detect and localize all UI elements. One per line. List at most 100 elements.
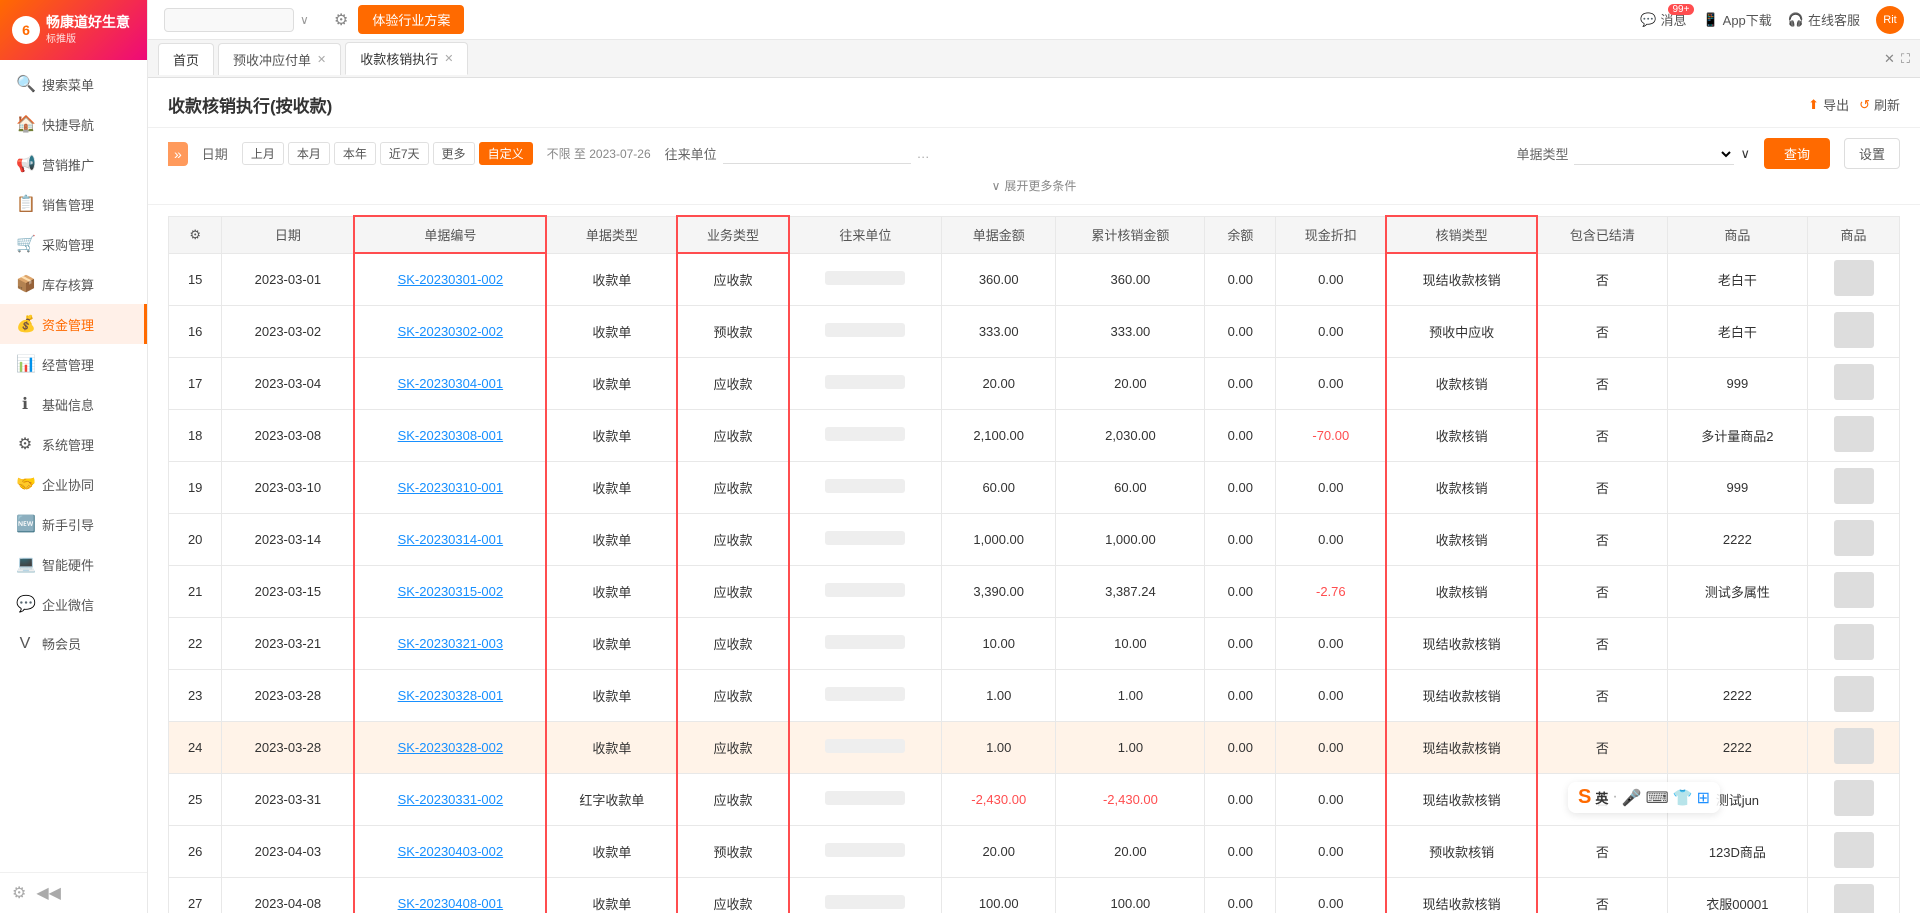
last-month-button[interactable]: 上月: [242, 142, 284, 165]
cell-verified: 3,387.24: [1056, 565, 1205, 617]
expand-more-button[interactable]: ∨ 展开更多条件: [992, 177, 1077, 194]
watermark-logo: S: [1578, 786, 1591, 809]
cell-partner: [789, 409, 942, 461]
cell-amount: 360.00: [942, 253, 1056, 305]
cell-amount: 20.00: [942, 357, 1056, 409]
th-settings[interactable]: ⚙: [169, 216, 222, 253]
solution-button[interactable]: 体验行业方案: [358, 5, 464, 34]
page-header: 收款核销执行(按收款) ⬆ 导出 ↺ 刷新: [148, 78, 1920, 128]
export-button[interactable]: ⬆ 导出: [1808, 95, 1849, 114]
cell-product2: [1808, 565, 1900, 617]
cell-product: [1667, 617, 1807, 669]
doc-no-link[interactable]: SK-20230315-002: [398, 584, 504, 599]
cell-verify-type: 现结收款核销: [1386, 669, 1537, 721]
more-date-button[interactable]: 更多: [433, 142, 475, 165]
doc-no-link[interactable]: SK-20230328-001: [398, 688, 504, 703]
doc-no-link[interactable]: SK-20230321-003: [398, 636, 504, 651]
cell-doc-type: 收款单: [546, 721, 677, 773]
doc-type-label: 单据类型: [1516, 144, 1568, 163]
page-actions: ⬆ 导出 ↺ 刷新: [1808, 95, 1900, 114]
filter-settings-button[interactable]: 设置: [1844, 138, 1900, 169]
keyboard-icon[interactable]: ⌨: [1646, 788, 1669, 808]
cell-amount: 3,390.00: [942, 565, 1056, 617]
tab-verify-close[interactable]: ✕: [444, 52, 453, 65]
doc-type-select[interactable]: [1574, 143, 1734, 165]
cell-doc-type: 收款单: [546, 409, 677, 461]
filter-top: » 日期 上月 本月 本年 近7天 更多 自定义 不限 至 2023-07-26…: [168, 138, 1900, 169]
sidebar-item-quicknav[interactable]: 🏠 快捷导航: [0, 104, 147, 144]
cell-partner: [789, 357, 942, 409]
last-7days-button[interactable]: 近7天: [380, 142, 429, 165]
sidebar-item-system[interactable]: ⚙ 系统管理: [0, 424, 147, 464]
shirt-icon[interactable]: 👕: [1673, 788, 1693, 808]
grid-icon[interactable]: ⊞: [1697, 788, 1710, 808]
cell-balance: 0.00: [1205, 357, 1276, 409]
dot-icon[interactable]: ·: [1612, 788, 1617, 808]
tab-expand-icon[interactable]: ⛶: [1901, 51, 1910, 67]
tab-home[interactable]: 首页: [158, 43, 214, 75]
sidebar-item-hardware[interactable]: 💻 智能硬件: [0, 544, 147, 584]
english-icon[interactable]: 英: [1595, 788, 1608, 808]
collapse-icon[interactable]: ◀◀: [36, 883, 61, 903]
query-button[interactable]: 查询: [1764, 138, 1830, 169]
messages-item[interactable]: 💬 消息 99+: [1640, 10, 1686, 29]
tab-verify[interactable]: 收款核销执行 ✕: [345, 42, 468, 75]
cell-product2: [1808, 461, 1900, 513]
doc-no-link[interactable]: SK-20230308-001: [398, 428, 504, 443]
expand-icon: ∨: [992, 179, 1001, 193]
cell-date: 2023-03-10: [222, 461, 354, 513]
doc-no-link[interactable]: SK-20230301-002: [398, 272, 504, 287]
sidebar-item-operations[interactable]: 📊 经营管理: [0, 344, 147, 384]
settings-footer-icon[interactable]: ⚙: [12, 883, 26, 903]
doc-no-link[interactable]: SK-20230310-001: [398, 480, 504, 495]
doc-no-link[interactable]: SK-20230302-002: [398, 324, 504, 339]
this-year-button[interactable]: 本年: [334, 142, 376, 165]
sidebar-item-guide[interactable]: 🆕 新手引导: [0, 504, 147, 544]
tab-prepay-close[interactable]: ✕: [317, 53, 326, 66]
sidebar-item-member[interactable]: V 畅会员: [0, 624, 147, 663]
sidebar-item-search[interactable]: 🔍 搜索菜单: [0, 64, 147, 104]
cell-product: 多计量商品2: [1667, 409, 1807, 461]
doc-no-link[interactable]: SK-20230408-001: [398, 896, 504, 911]
filter-doc-type: 单据类型 ∨: [1516, 143, 1750, 165]
app-download-item[interactable]: 📱 App下载: [1702, 10, 1771, 29]
partner-input[interactable]: [723, 144, 911, 164]
sidebar-item-inventory[interactable]: 📦 库存核算: [0, 264, 147, 304]
cell-partner: [789, 669, 942, 721]
mic-icon[interactable]: 🎤: [1622, 788, 1642, 808]
refresh-button[interactable]: ↺ 刷新: [1859, 95, 1900, 114]
tab-prepay[interactable]: 预收冲应付单 ✕: [218, 43, 341, 75]
sidebar-item-basic[interactable]: ℹ 基础信息: [0, 384, 147, 424]
filter-toggle-button[interactable]: »: [168, 142, 188, 166]
table-row: 17 2023-03-04 SK-20230304-001 收款单 应收款 20…: [169, 357, 1900, 409]
custom-date-button[interactable]: 自定义: [479, 142, 533, 165]
partner-more-icon[interactable]: …: [917, 146, 934, 161]
doc-no-link[interactable]: SK-20230314-001: [398, 532, 504, 547]
cell-doc-type: 收款单: [546, 305, 677, 357]
gear-icon[interactable]: ⚙: [334, 10, 348, 30]
sidebar-item-wechat[interactable]: 💬 企业微信: [0, 584, 147, 624]
sidebar-item-enterprise[interactable]: 🤝 企业协同: [0, 464, 147, 504]
sidebar-item-finance[interactable]: 💰 资金管理: [0, 304, 147, 344]
cell-doc-no: SK-20230328-001: [354, 669, 546, 721]
doc-no-link[interactable]: SK-20230328-002: [398, 740, 504, 755]
sidebar-label-sales: 销售管理: [42, 195, 94, 214]
tab-close-all-icon[interactable]: ✕: [1884, 51, 1895, 67]
sidebar-item-purchase[interactable]: 🛒 采购管理: [0, 224, 147, 264]
doc-no-link[interactable]: SK-20230331-002: [398, 792, 504, 807]
workspace-input[interactable]: [164, 8, 294, 32]
cell-seq: 24: [169, 721, 222, 773]
cell-verified: 1.00: [1056, 721, 1205, 773]
cell-verify-type: 收款核销: [1386, 461, 1537, 513]
doc-no-link[interactable]: SK-20230304-001: [398, 376, 504, 391]
online-service-item[interactable]: 🎧 在线客服: [1788, 10, 1860, 29]
sidebar-item-sales[interactable]: 📋 销售管理: [0, 184, 147, 224]
partner-label: 往来单位: [665, 144, 717, 163]
sidebar-item-marketing[interactable]: 📢 营销推广: [0, 144, 147, 184]
cell-cash-disc: 0.00: [1276, 513, 1387, 565]
chevron-down-icon[interactable]: ∨: [300, 13, 309, 27]
doc-no-link[interactable]: SK-20230403-002: [398, 844, 504, 859]
th-product2: 商品: [1808, 216, 1900, 253]
this-month-button[interactable]: 本月: [288, 142, 330, 165]
user-avatar[interactable]: Rit: [1876, 6, 1904, 34]
